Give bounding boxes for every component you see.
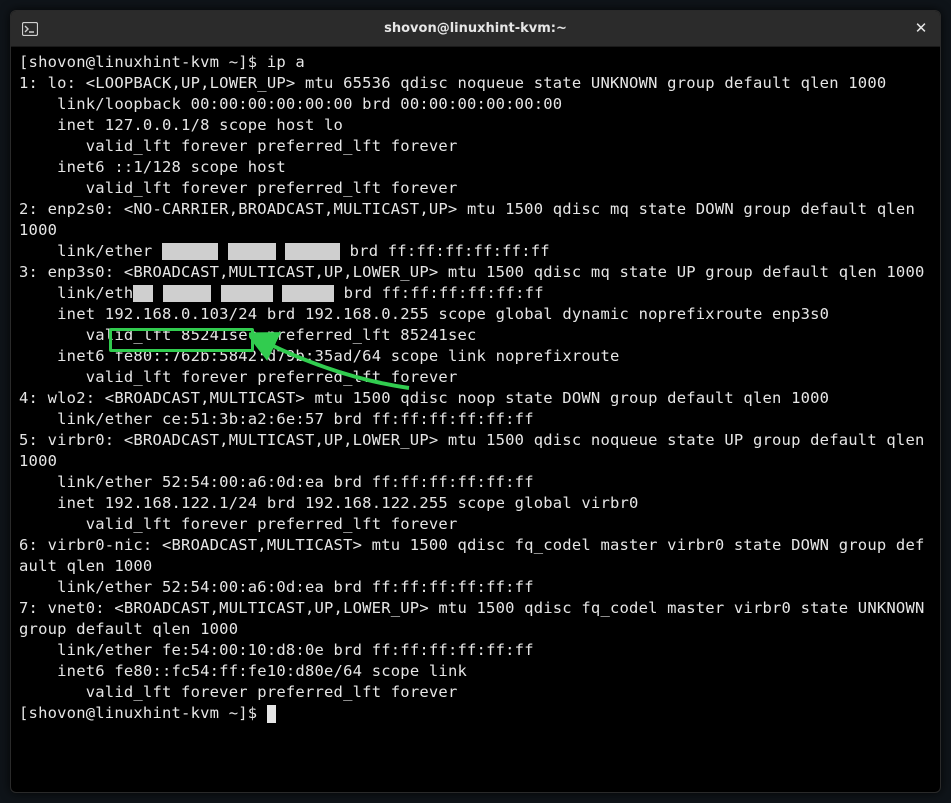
if2-link-b: brd ff:ff:ff:ff:ff:ff (340, 242, 550, 260)
prompt-cmd: ip a (267, 53, 305, 71)
if3-link-a: link/eth (19, 284, 133, 302)
if3-inet6: inet6 fe80::762b:5842:d79b:35ad/64 scope… (19, 347, 629, 365)
close-icon: ✕ (915, 19, 928, 37)
prompt-user: [shovon@linuxhint-kvm ~]$ (19, 704, 267, 722)
window-title: shovon@linuxhint-kvm:~ (11, 21, 940, 36)
if7-inet6: inet6 fe80::fc54:ff:fe10:d80e/64 scope l… (19, 662, 477, 680)
if2-link: link/ether brd ff:ff:ff:ff:ff:ff (19, 242, 550, 260)
if5-inet: inet 192.168.122.1/24 brd 192.168.122.25… (19, 494, 639, 512)
if3-link-b: brd ff:ff:ff:ff:ff:ff (334, 284, 544, 302)
if2-head: 2: enp2s0: <NO-CARRIER,BROADCAST,MULTICA… (19, 200, 925, 239)
if2-link-a: link/ether (19, 242, 162, 260)
if1-inet: inet 127.0.0.1/8 scope host lo (19, 116, 343, 134)
if3-inet: inet 192.168.0.103/24 brd 192.168.0.255 … (19, 305, 829, 323)
redacted-mac (285, 243, 340, 260)
cursor-icon (267, 705, 276, 723)
if7-valid: valid_lft forever preferred_lft forever (19, 683, 457, 701)
if3-link: link/eth brd ff:ff:ff:ff:ff:ff (19, 284, 544, 302)
titlebar: shovon@linuxhint-kvm:~ ✕ (11, 11, 940, 47)
redacted-mac (163, 285, 211, 302)
prompt-user: [shovon@linuxhint-kvm ~]$ (19, 53, 267, 71)
if3-valid2: valid_lft forever preferred_lft forever (19, 368, 457, 386)
if1-link: link/loopback 00:00:00:00:00:00 brd 00:0… (19, 95, 562, 113)
terminal-icon (21, 20, 39, 38)
if4-link: link/ether ce:51:3b:a2:6e:57 brd ff:ff:f… (19, 410, 534, 428)
redacted-mac (221, 285, 273, 302)
terminal-body[interactable]: [shovon@linuxhint-kvm ~]$ ip a 1: lo: <L… (11, 46, 940, 792)
if7-head: 7: vnet0: <BROADCAST,MULTICAST,UP,LOWER_… (19, 599, 934, 638)
if4-head: 4: wlo2: <BROADCAST,MULTICAST> mtu 1500 … (19, 389, 829, 407)
if5-valid: valid_lft forever preferred_lft forever (19, 515, 457, 533)
close-button[interactable]: ✕ (910, 17, 932, 39)
redacted-mac (282, 285, 334, 302)
if1-inet6: inet6 ::1/128 scope host (19, 158, 295, 176)
redacted-mac (133, 285, 153, 302)
terminal-window: shovon@linuxhint-kvm:~ ✕ [shovon@linuxhi… (10, 10, 941, 793)
if6-head: 6: virbr0-nic: <BROADCAST,MULTICAST> mtu… (19, 536, 925, 575)
if7-link: link/ether fe:54:00:10:d8:0e brd ff:ff:f… (19, 641, 534, 659)
redacted-mac (162, 243, 218, 260)
if1-head: 1: lo: <LOOPBACK,UP,LOWER_UP> mtu 65536 … (19, 74, 886, 92)
if3-valid: valid_lft 85241sec preferred_lft 85241se… (19, 326, 477, 344)
if5-head: 5: virbr0: <BROADCAST,MULTICAST,UP,LOWER… (19, 431, 934, 470)
if3-head: 3: enp3s0: <BROADCAST,MULTICAST,UP,LOWER… (19, 263, 925, 281)
if1-valid: valid_lft forever preferred_lft forever (19, 137, 457, 155)
prompt-line-1: [shovon@linuxhint-kvm ~]$ ip a (19, 53, 305, 71)
if6-link: link/ether 52:54:00:a6:0d:ea brd ff:ff:f… (19, 578, 534, 596)
if5-link: link/ether 52:54:00:a6:0d:ea brd ff:ff:f… (19, 473, 534, 491)
prompt-line-2: [shovon@linuxhint-kvm ~]$ (19, 704, 276, 722)
if1-valid2: valid_lft forever preferred_lft forever (19, 179, 457, 197)
redacted-mac (228, 243, 276, 260)
